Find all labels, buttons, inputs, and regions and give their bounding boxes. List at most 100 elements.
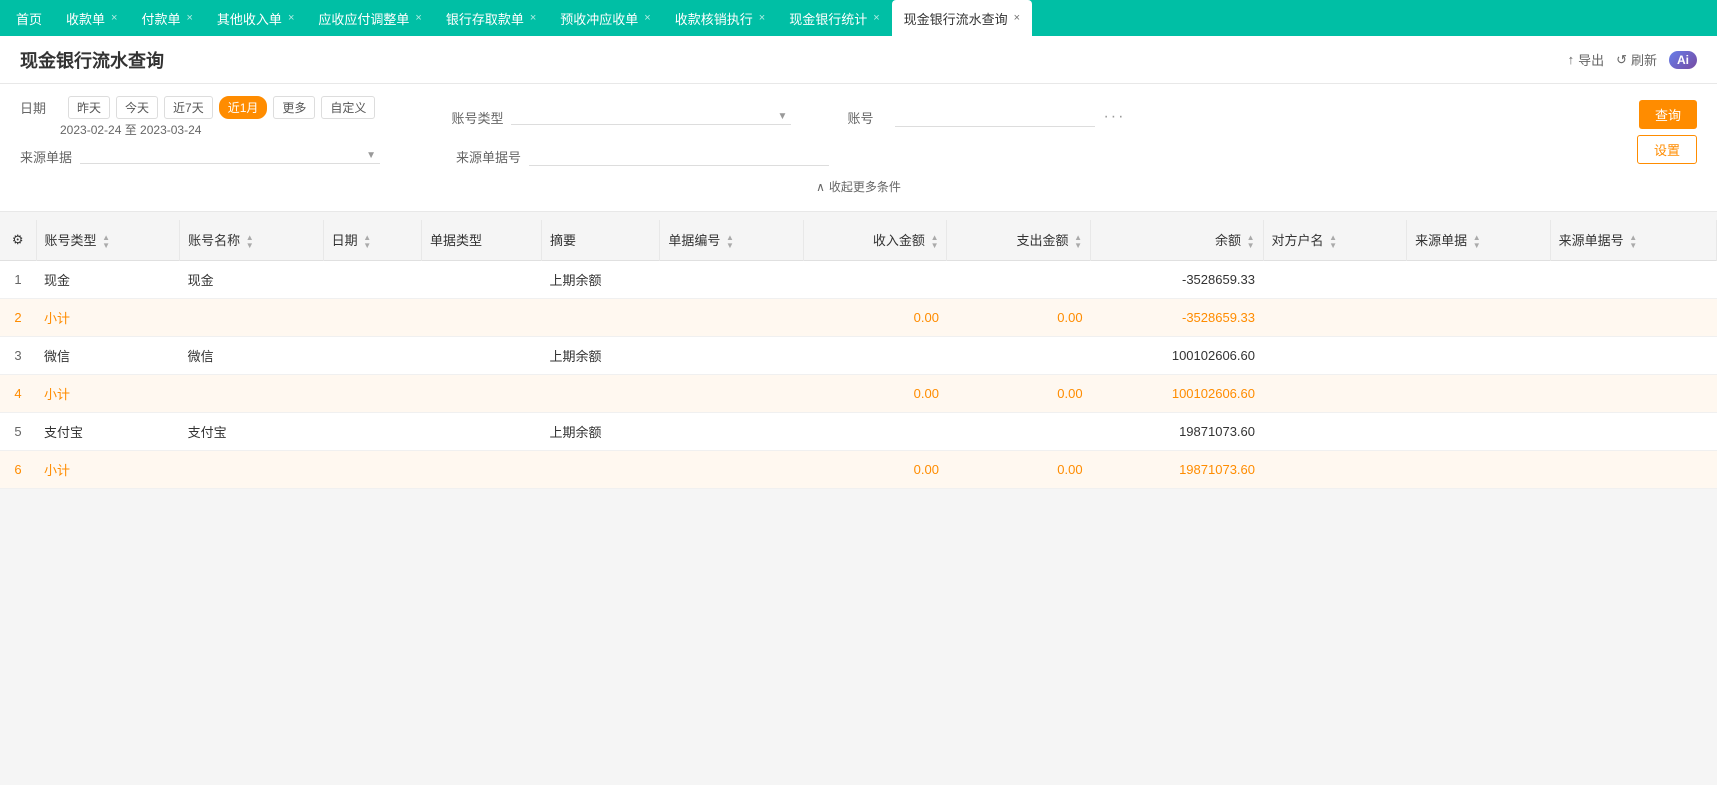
row-doc-no	[660, 412, 804, 450]
chevron-down-icon: ▼	[366, 150, 376, 161]
more-options-icon[interactable]: ···	[1103, 108, 1125, 126]
date-btn-more[interactable]: 更多	[273, 96, 315, 119]
row-number: 5	[0, 412, 36, 450]
nav-adjustment[interactable]: 应收应付调整单 ×	[306, 0, 433, 36]
close-icon[interactable]: ×	[1014, 12, 1020, 24]
date-btn-7days[interactable]: 近7天	[164, 96, 213, 119]
sort-icon: ▲▼	[931, 234, 939, 250]
row-doc-type	[422, 374, 542, 412]
close-icon[interactable]: ×	[415, 12, 421, 24]
th-balance[interactable]: 余额 ▲▼	[1091, 220, 1263, 260]
row-expense	[947, 336, 1091, 374]
row-account-name: 支付宝	[180, 412, 324, 450]
row-number: 3	[0, 336, 36, 374]
row-doc-no	[660, 298, 804, 336]
sort-icon: ▲▼	[246, 234, 254, 250]
settings-button[interactable]: 设置	[1637, 135, 1697, 164]
th-income[interactable]: 收入金额 ▲▼	[803, 220, 947, 260]
row-income: 0.00	[803, 298, 947, 336]
sort-icon: ▲▼	[1247, 234, 1255, 250]
ai-badge: Ai	[1669, 51, 1697, 69]
source-doc-label: 来源单据	[20, 147, 72, 166]
refresh-button[interactable]: ↺ 刷新	[1616, 50, 1657, 69]
row-counterpart	[1263, 260, 1407, 298]
close-icon[interactable]: ×	[873, 12, 879, 24]
table-row: 6 小计 0.00 0.00 19871073.60	[0, 450, 1717, 488]
date-options: 昨天 今天 近7天 近1月 更多 自定义	[68, 96, 375, 119]
row-account-type: 现金	[36, 260, 180, 298]
th-expense[interactable]: 支出金额 ▲▼	[947, 220, 1091, 260]
filter-row-2: 来源单据 ▼ 来源单据号	[20, 146, 1617, 166]
close-icon[interactable]: ×	[644, 12, 650, 24]
row-income: 0.00	[803, 450, 947, 488]
th-source-doc-no[interactable]: 来源单据号 ▲▼	[1550, 220, 1716, 260]
th-date[interactable]: 日期 ▲▼	[323, 220, 421, 260]
row-date	[323, 374, 421, 412]
date-btn-yesterday[interactable]: 昨天	[68, 96, 110, 119]
row-number: 6	[0, 450, 36, 488]
account-input[interactable]	[895, 107, 1095, 127]
row-counterpart	[1263, 336, 1407, 374]
nav-prepayment[interactable]: 预收冲应收单 ×	[548, 0, 662, 36]
nav-receipt[interactable]: 收款单 ×	[54, 0, 129, 36]
data-table: ⚙ 账号类型 ▲▼ 账号名称 ▲▼ 日期 ▲▼ 单据类型 摘要	[0, 220, 1717, 489]
close-icon[interactable]: ×	[530, 12, 536, 24]
table-row: 2 小计 0.00 0.00 -3528659.33	[0, 298, 1717, 336]
date-btn-1month[interactable]: 近1月	[219, 96, 268, 119]
row-counterpart	[1263, 298, 1407, 336]
close-icon[interactable]: ×	[186, 12, 192, 24]
close-icon[interactable]: ×	[759, 12, 765, 24]
row-source-doc	[1407, 260, 1551, 298]
row-counterpart	[1263, 374, 1407, 412]
source-doc-no-input[interactable]	[529, 146, 829, 166]
th-summary[interactable]: 摘要	[542, 220, 660, 260]
th-account-name[interactable]: 账号名称 ▲▼	[180, 220, 324, 260]
nav-collection[interactable]: 收款核销执行 ×	[663, 0, 777, 36]
filter-right-buttons: 查询 设置	[1637, 96, 1697, 164]
th-doc-type[interactable]: 单据类型	[422, 220, 542, 260]
row-summary	[542, 450, 660, 488]
th-counterpart[interactable]: 对方户名 ▲▼	[1263, 220, 1407, 260]
query-button[interactable]: 查询	[1639, 100, 1697, 129]
row-account-name	[180, 374, 324, 412]
nav-payment[interactable]: 付款单 ×	[129, 0, 204, 36]
account-type-select[interactable]: ▼	[511, 109, 791, 125]
row-expense	[947, 260, 1091, 298]
nav-home[interactable]: 首页	[4, 0, 54, 36]
table-row: 3 微信 微信 上期余额 100102606.60	[0, 336, 1717, 374]
date-range: 2023-02-24 至 2023-03-24	[60, 121, 375, 138]
sort-icon: ▲▼	[102, 234, 110, 250]
nav-cash-stats[interactable]: 现金银行统计 ×	[777, 0, 891, 36]
date-btn-today[interactable]: 今天	[116, 96, 158, 119]
table-container: ⚙ 账号类型 ▲▼ 账号名称 ▲▼ 日期 ▲▼ 单据类型 摘要	[0, 220, 1717, 489]
page-header: 现金银行流水查询 ↑ 导出 ↺ 刷新 Ai	[0, 36, 1717, 84]
row-source-doc	[1407, 374, 1551, 412]
th-gear[interactable]: ⚙	[0, 220, 36, 260]
export-button[interactable]: ↑ 导出	[1568, 50, 1605, 69]
row-summary	[542, 374, 660, 412]
nav-other-income[interactable]: 其他收入单 ×	[205, 0, 306, 36]
close-icon[interactable]: ×	[111, 12, 117, 24]
row-source-doc-no	[1550, 450, 1716, 488]
row-expense: 0.00	[947, 298, 1091, 336]
nav-bank-deposit[interactable]: 银行存取款单 ×	[434, 0, 548, 36]
date-btn-custom[interactable]: 自定义	[321, 96, 375, 119]
account-type-label: 账号类型	[451, 108, 503, 127]
filter-area: 日期 昨天 今天 近7天 近1月 更多 自定义 2023-02-24 至 202…	[0, 84, 1717, 212]
close-icon[interactable]: ×	[288, 12, 294, 24]
row-income	[803, 260, 947, 298]
th-source-doc[interactable]: 来源单据 ▲▼	[1407, 220, 1551, 260]
sort-icon: ▲▼	[1473, 234, 1481, 250]
row-account-name	[180, 298, 324, 336]
row-source-doc-no	[1550, 412, 1716, 450]
th-account-type[interactable]: 账号类型 ▲▼	[36, 220, 180, 260]
row-number: 1	[0, 260, 36, 298]
source-doc-select[interactable]: ▼	[80, 148, 380, 164]
row-income	[803, 412, 947, 450]
table-row: 1 现金 现金 上期余额 -3528659.33	[0, 260, 1717, 298]
row-summary: 上期余额	[542, 412, 660, 450]
collapse-bar[interactable]: ∧ 收起更多条件	[20, 174, 1697, 199]
table-row: 4 小计 0.00 0.00 100102606.60	[0, 374, 1717, 412]
th-doc-no[interactable]: 单据编号 ▲▼	[660, 220, 804, 260]
nav-cash-flow[interactable]: 现金银行流水查询 ×	[892, 0, 1032, 36]
